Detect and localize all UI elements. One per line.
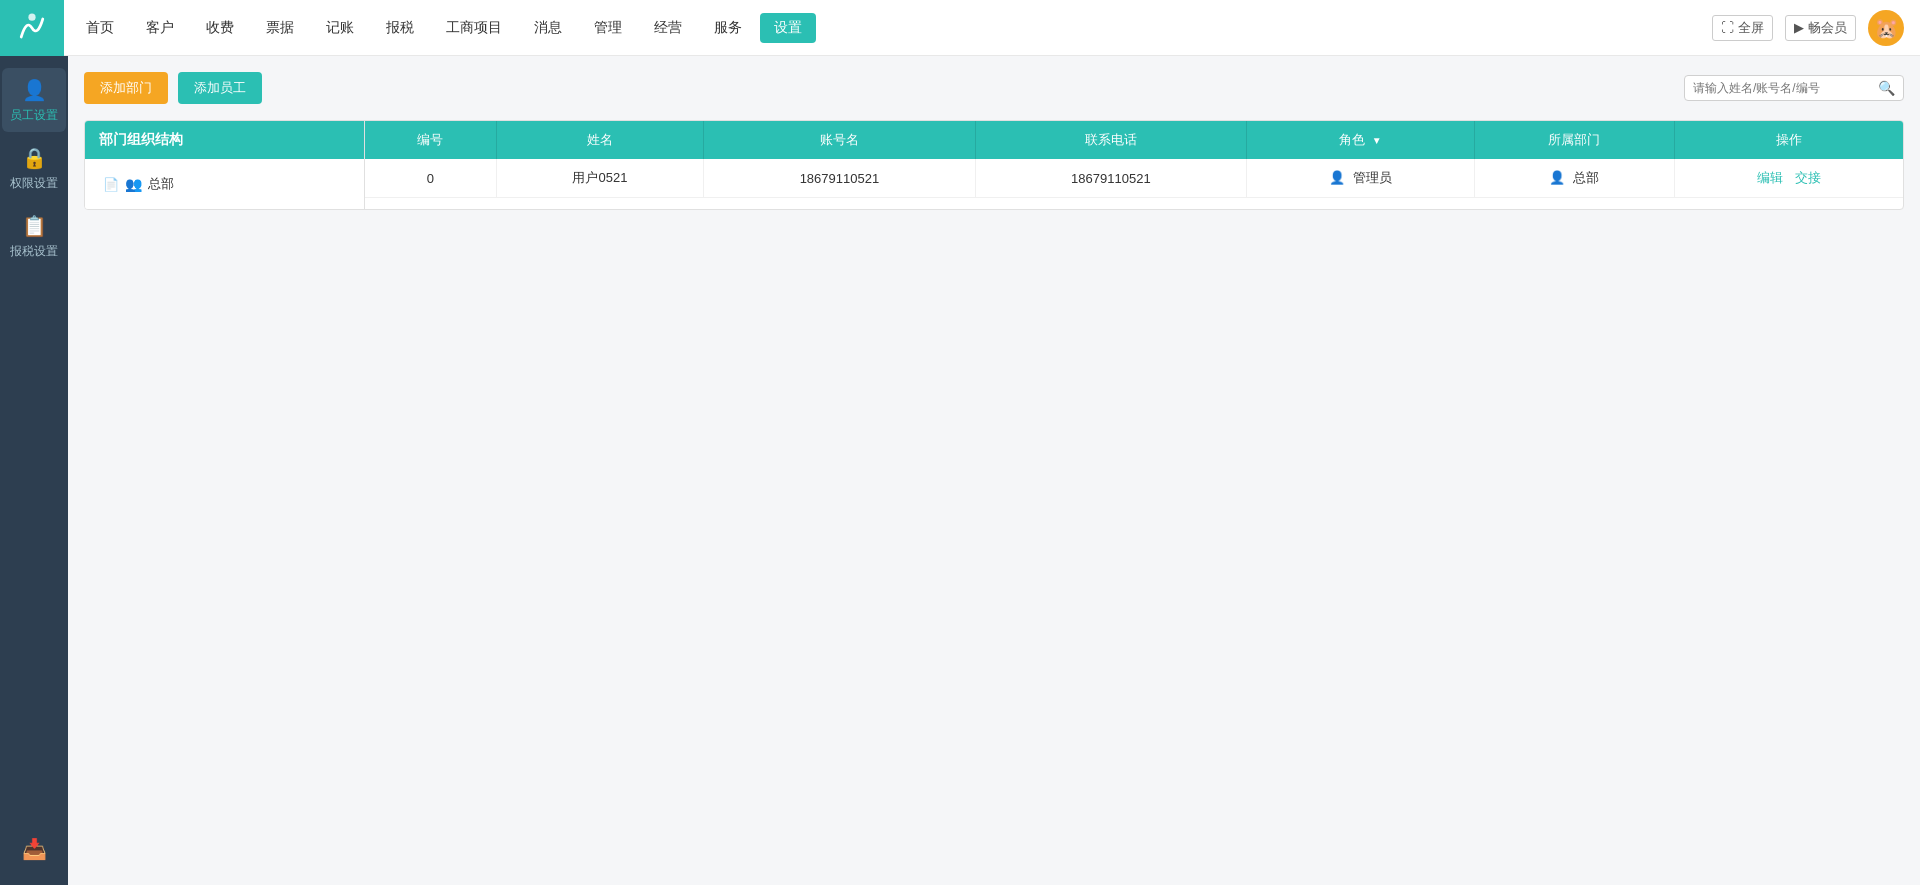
col-id: 编号 [365,121,496,159]
nav-items: 首页 客户 收费 票据 记账 报税 工商项目 消息 管理 经营 服务 设置 [72,13,1712,43]
cell-account: 18679110521 [704,159,975,198]
dept-tree: 部门组织结构 📄 👥 总部 [85,121,365,209]
edit-link[interactable]: 编辑 [1757,170,1783,185]
nav-manage[interactable]: 管理 [580,13,636,43]
fullscreen-button[interactable]: ⛶ 全屏 [1712,15,1773,41]
nav-settings[interactable]: 设置 [760,13,816,43]
role-filter-icon[interactable]: ▼ [1372,135,1382,146]
employee-icon: 👤 [22,78,47,102]
toolbar: 添加部门 添加员工 🔍 [84,72,1904,104]
cell-name: 用户0521 [496,159,704,198]
sidebar-label-employee: 员工设置 [10,107,58,124]
nav-customer[interactable]: 客户 [132,13,188,43]
member-icon: ▶ [1794,20,1804,35]
nav-business[interactable]: 工商项目 [432,13,516,43]
nav-tax[interactable]: 报税 [372,13,428,43]
nav-charge[interactable]: 收费 [192,13,248,43]
member-label: 畅会员 [1808,19,1847,37]
dept-item-general[interactable]: 📄 👥 总部 [95,169,354,199]
cell-actions: 编辑 交接 [1674,159,1903,198]
transfer-link[interactable]: 交接 [1795,170,1821,185]
dept-tree-header: 部门组织结构 [85,121,364,159]
nav-operation[interactable]: 经营 [640,13,696,43]
sidebar: 👤 员工设置 🔒 权限设置 📋 报税设置 📥 [0,56,68,885]
cell-role: 👤 管理员 [1247,159,1475,198]
search-box: 🔍 [1684,75,1904,101]
cell-phone: 18679110521 [975,159,1246,198]
col-actions: 操作 [1674,121,1903,159]
table-row: 0 用户0521 18679110521 18679110521 👤 管理员 👤… [365,159,1903,198]
fullscreen-icon: ⛶ [1721,20,1734,35]
download-icon: 📥 [22,837,47,861]
nav-home[interactable]: 首页 [72,13,128,43]
col-account: 账号名 [704,121,975,159]
nav-service[interactable]: 服务 [700,13,756,43]
tax-settings-icon: 📋 [22,214,47,238]
search-icon[interactable]: 🔍 [1878,80,1895,96]
sidebar-download-button[interactable]: 📥 [2,827,66,869]
nav-message[interactable]: 消息 [520,13,576,43]
sidebar-item-permission[interactable]: 🔒 权限设置 [2,136,66,200]
dept-tree-body: 📄 👥 总部 [85,159,364,209]
sidebar-item-employee[interactable]: 👤 员工设置 [2,68,66,132]
col-role: 角色 ▼ [1247,121,1475,159]
logo[interactable] [0,0,64,56]
main-content: 添加部门 添加员工 🔍 部门组织结构 📄 👥 总部 [68,56,1920,885]
dept-person-icon: 👤 [1549,170,1565,185]
content-area: 部门组织结构 📄 👥 总部 编号 姓名 账号名 [84,120,1904,210]
col-name: 姓名 [496,121,704,159]
sidebar-label-permission: 权限设置 [10,175,58,192]
role-person-icon: 👤 [1329,170,1345,185]
employee-data-table: 编号 姓名 账号名 联系电话 角色 ▼ 所属部门 操作 [365,121,1903,198]
cell-id: 0 [365,159,496,198]
main-layout: 👤 员工设置 🔒 权限设置 📋 报税设置 📥 添加部门 添加员工 🔍 [0,56,1920,885]
cell-dept: 👤 总部 [1474,159,1674,198]
dept-name-general: 总部 [148,175,174,193]
sidebar-item-tax-settings[interactable]: 📋 报税设置 [2,204,66,268]
search-input[interactable] [1693,81,1878,95]
sidebar-bottom: 📥 [2,827,66,869]
avatar[interactable]: 🐹 [1868,10,1904,46]
svg-point-0 [28,13,35,20]
col-dept: 所属部门 [1474,121,1674,159]
dept-person-icon: 👥 [125,176,142,192]
top-nav-right: ⛶ 全屏 ▶ 畅会员 🐹 [1712,10,1904,46]
sidebar-label-tax: 报税设置 [10,243,58,260]
member-button[interactable]: ▶ 畅会员 [1785,15,1856,41]
employee-table: 编号 姓名 账号名 联系电话 角色 ▼ 所属部门 操作 [365,121,1903,209]
top-navigation: 首页 客户 收费 票据 记账 报税 工商项目 消息 管理 经营 服务 设置 ⛶ … [0,0,1920,56]
col-phone: 联系电话 [975,121,1246,159]
add-employee-button[interactable]: 添加员工 [178,72,262,104]
doc-icon: 📄 [103,177,119,192]
nav-ticket[interactable]: 票据 [252,13,308,43]
fullscreen-label: 全屏 [1738,19,1764,37]
add-dept-button[interactable]: 添加部门 [84,72,168,104]
table-header-row: 编号 姓名 账号名 联系电话 角色 ▼ 所属部门 操作 [365,121,1903,159]
nav-accounting[interactable]: 记账 [312,13,368,43]
permission-icon: 🔒 [22,146,47,170]
